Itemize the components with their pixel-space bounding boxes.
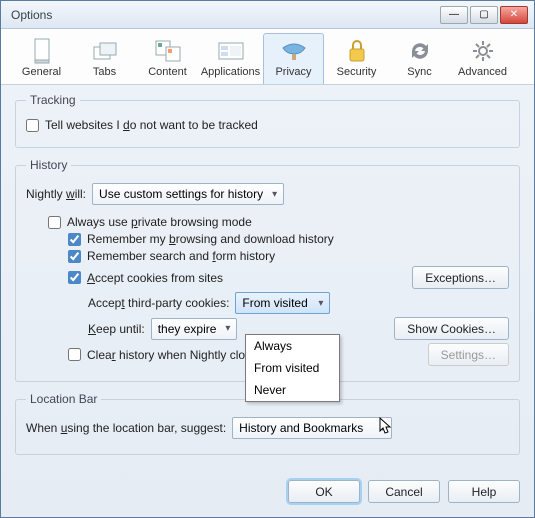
nightly-will-label: Nightly will: (26, 187, 86, 201)
tab-general[interactable]: General (11, 33, 72, 84)
option-from-visited[interactable]: From visited (246, 357, 339, 379)
tab-advanced[interactable]: Advanced (452, 33, 513, 84)
tracking-group: Tracking Tell websites I do not want to … (15, 93, 520, 148)
panel-body: Tracking Tell websites I do not want to … (1, 85, 534, 470)
help-button[interactable]: Help (448, 480, 520, 503)
gear-icon (470, 38, 496, 64)
minimize-button[interactable]: — (440, 6, 468, 24)
privacy-icon (281, 38, 307, 64)
location-bar-legend: Location Bar (26, 392, 101, 406)
tabs-icon (92, 38, 118, 64)
third-party-dropdown[interactable]: Always From visited Never (245, 334, 340, 402)
maximize-button[interactable]: ▢ (470, 6, 498, 24)
dialog-footer: OK Cancel Help (1, 470, 534, 517)
category-toolbar: General Tabs Content Applications Privac… (1, 29, 534, 85)
remember-search-checkbox[interactable] (68, 250, 81, 263)
tab-sync[interactable]: Sync (389, 33, 450, 84)
content-icon (155, 38, 181, 64)
tab-applications[interactable]: Applications (200, 33, 261, 84)
always-private-label: Always use private browsing mode (67, 215, 252, 229)
titlebar: Options — ▢ ✕ (1, 1, 534, 29)
tab-security[interactable]: Security (326, 33, 387, 84)
general-icon (29, 38, 55, 64)
history-legend: History (26, 158, 71, 172)
option-never[interactable]: Never (246, 379, 339, 401)
remember-search-label: Remember search and form history (87, 249, 275, 263)
show-cookies-button[interactable]: Show Cookies… (394, 317, 509, 340)
clear-on-close-checkbox[interactable] (68, 348, 81, 361)
sync-icon (407, 38, 433, 64)
settings-button[interactable]: Settings… (428, 343, 509, 366)
third-party-label: Accept third-party cookies: (88, 296, 229, 310)
do-not-track-checkbox[interactable] (26, 119, 39, 132)
tracking-legend: Tracking (26, 93, 80, 107)
window-title: Options (7, 8, 438, 22)
options-window: Options — ▢ ✕ General Tabs Content Appli… (0, 0, 535, 518)
tab-content[interactable]: Content (137, 33, 198, 84)
suggest-select[interactable]: History and Bookmarks (232, 417, 392, 439)
keep-until-select[interactable]: they expire (151, 318, 238, 340)
third-party-select[interactable]: From visited (235, 292, 330, 314)
security-icon (344, 38, 370, 64)
suggest-label: When using the location bar, suggest: (26, 421, 226, 435)
ok-button[interactable]: OK (288, 480, 360, 503)
do-not-track-label: Tell websites I do not want to be tracke… (45, 118, 258, 132)
close-button[interactable]: ✕ (500, 6, 528, 24)
clear-on-close-label: Clear history when Nightly closes (87, 348, 264, 362)
tab-privacy[interactable]: Privacy (263, 33, 324, 84)
history-group: History Nightly will: Use custom setting… (15, 158, 520, 382)
tab-tabs[interactable]: Tabs (74, 33, 135, 84)
applications-icon (218, 38, 244, 64)
accept-cookies-checkbox[interactable] (68, 271, 81, 284)
history-mode-select[interactable]: Use custom settings for history (92, 183, 284, 205)
accept-cookies-label: Accept cookies from sites (87, 271, 223, 285)
keep-until-label: Keep until: (88, 322, 145, 336)
cancel-button[interactable]: Cancel (368, 480, 440, 503)
always-private-checkbox[interactable] (48, 216, 61, 229)
remember-browsing-checkbox[interactable] (68, 233, 81, 246)
exceptions-button[interactable]: Exceptions… (412, 266, 509, 289)
option-always[interactable]: Always (246, 335, 339, 357)
remember-browsing-label: Remember my browsing and download histor… (87, 232, 334, 246)
